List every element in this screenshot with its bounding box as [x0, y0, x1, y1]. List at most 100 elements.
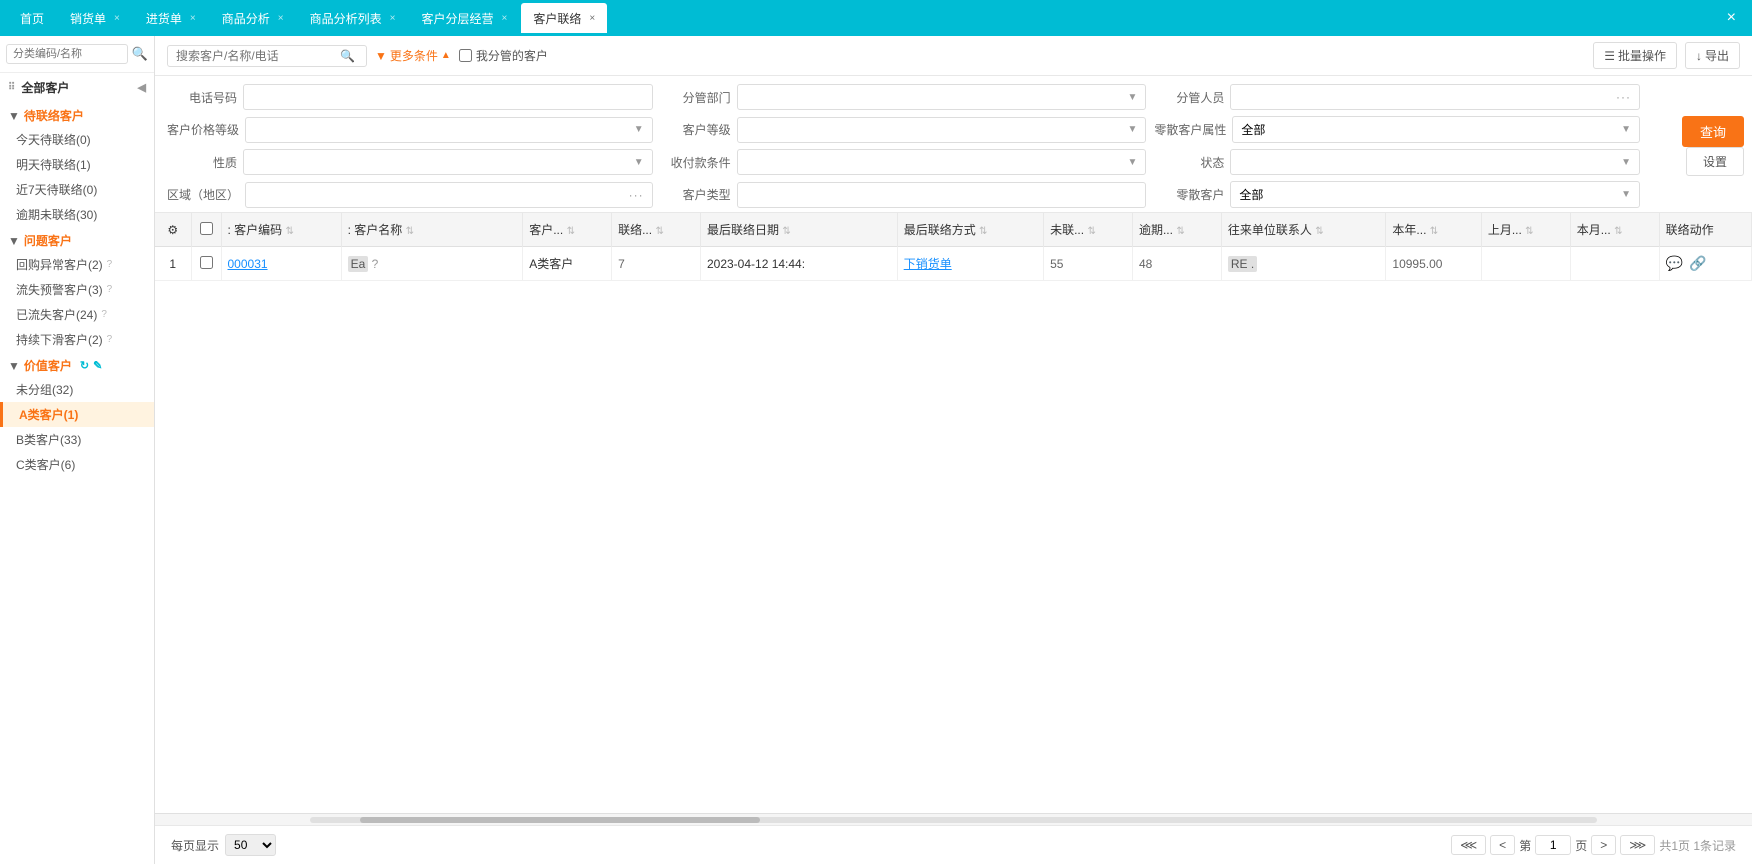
- field-phone-input[interactable]: [243, 84, 653, 110]
- sidebar-item-overdue[interactable]: 逾期未联络(30): [0, 202, 154, 227]
- field-region-input[interactable]: ···: [245, 182, 653, 208]
- sort-method-icon[interactable]: ⇅: [979, 226, 987, 237]
- sort-contact-icon[interactable]: ⇅: [655, 226, 663, 237]
- sort-date-icon[interactable]: ⇅: [782, 226, 790, 237]
- settings-icon[interactable]: ⚙: [167, 223, 178, 237]
- sidebar-all-customers-header[interactable]: ⠿ 全部客户 ◀: [0, 73, 154, 102]
- nav-goods-analysis[interactable]: 商品分析 ×: [210, 3, 296, 33]
- nav-customer-contact-close[interactable]: ×: [589, 13, 595, 24]
- sort-uncontacted-icon[interactable]: ⇅: [1087, 226, 1095, 237]
- filter-fields: 电话号码 分管部门 ▼ 分管人员 ···: [155, 84, 1652, 208]
- nav-goods-analysis-close[interactable]: ×: [278, 13, 284, 24]
- filter-row-2: 客户价格等级 ▼ 客户等级 ▼ 零散客户属性: [167, 116, 1640, 143]
- field-payment-select[interactable]: ▼: [737, 149, 1147, 175]
- more-filters-btn[interactable]: ▼ 更多条件 ▲: [375, 47, 451, 64]
- sort-person-icon[interactable]: ⇅: [1315, 226, 1323, 237]
- filter-row-1: 电话号码 分管部门 ▼ 分管人员 ···: [167, 84, 1640, 110]
- sidebar-collapse-icon[interactable]: ◀: [138, 81, 146, 94]
- help-icon-0[interactable]: ?: [107, 259, 113, 270]
- nav-goods-list-close[interactable]: ×: [390, 13, 396, 24]
- nav-home[interactable]: 首页: [8, 3, 56, 33]
- field-payment: 收付款条件 ▼: [661, 149, 1147, 175]
- nav-customer-tier-close[interactable]: ×: [501, 13, 507, 24]
- sidebar-search-input[interactable]: [6, 44, 128, 64]
- field-status-label: 状态: [1154, 154, 1224, 171]
- sidebar-search-icon[interactable]: 🔍: [132, 46, 148, 62]
- export-btn[interactable]: ↓ 导出: [1685, 42, 1740, 69]
- field-dept-select[interactable]: ▼: [737, 84, 1147, 110]
- field-status: 状态 ▼: [1154, 149, 1640, 175]
- top-nav: 首页 销货单 × 进货单 × 商品分析 × 商品分析列表 × 客户分层经营 × …: [0, 0, 1752, 36]
- sidebar-item-repurchase-abnormal[interactable]: 回购异常客户(2) ?: [0, 252, 154, 277]
- field-customer-type-input[interactable]: [737, 182, 1147, 208]
- field-scatter-attr-select[interactable]: 全部 ▼: [1232, 116, 1640, 143]
- link-icon[interactable]: 🔗: [1689, 255, 1706, 272]
- scrollbar-thumb[interactable]: [360, 817, 760, 823]
- row-index: 1: [155, 247, 191, 281]
- col-code: : 客户编码 ⇅: [221, 213, 341, 247]
- row-code[interactable]: 000031: [221, 247, 341, 281]
- sidebar-item-7days[interactable]: 近7天待联络(0): [0, 177, 154, 202]
- price-level-caret-icon: ▼: [634, 124, 644, 135]
- sidebar-item-class-a[interactable]: A类客户(1): [0, 402, 154, 427]
- refresh-icon[interactable]: ↻: [80, 359, 89, 372]
- query-btn[interactable]: 查询: [1682, 116, 1744, 147]
- first-page-btn[interactable]: ⋘: [1451, 835, 1486, 855]
- nav-purchase[interactable]: 进货单 ×: [134, 3, 208, 33]
- field-price-level-label: 客户价格等级: [167, 121, 239, 138]
- sort-code-icon[interactable]: ⇅: [286, 226, 294, 237]
- horizontal-scrollbar[interactable]: [155, 813, 1752, 825]
- page-number-input[interactable]: [1535, 835, 1571, 855]
- field-status-select[interactable]: ▼: [1230, 149, 1640, 175]
- nav-goods-analysis-list[interactable]: 商品分析列表 ×: [298, 3, 408, 33]
- nav-purchase-close[interactable]: ×: [190, 13, 196, 24]
- sidebar-item-class-c[interactable]: C类客户(6): [0, 452, 154, 477]
- sidebar-item-churn-warning[interactable]: 流失预警客户(3) ?: [0, 277, 154, 302]
- nav-sales[interactable]: 销货单 ×: [58, 3, 132, 33]
- field-manager-input[interactable]: ···: [1230, 84, 1640, 110]
- page-size-select[interactable]: 10 20 50 100: [225, 834, 276, 856]
- filter-row-4: 区域（地区） ··· 客户类型 零散客户: [167, 181, 1640, 208]
- field-nature-select[interactable]: ▼: [243, 149, 653, 175]
- sidebar-item-class-b[interactable]: B类客户(33): [0, 427, 154, 452]
- field-scatter-customer-select[interactable]: 全部 ▼: [1230, 181, 1640, 208]
- payment-caret-icon: ▼: [1127, 157, 1137, 168]
- sort-tmonth-icon[interactable]: ⇅: [1614, 226, 1622, 237]
- sort-name-icon[interactable]: ⇅: [406, 226, 414, 237]
- help-icon-3[interactable]: ?: [107, 334, 113, 345]
- nav-customer-tier[interactable]: 客户分层经营 ×: [409, 3, 519, 33]
- settings-btn[interactable]: 设置: [1686, 147, 1744, 176]
- search-icon[interactable]: 🔍: [340, 49, 355, 63]
- my-customers-checkbox[interactable]: [459, 49, 472, 62]
- sort-year-icon[interactable]: ⇅: [1430, 226, 1438, 237]
- search-input[interactable]: [176, 49, 336, 63]
- sidebar-item-tomorrow[interactable]: 明天待联络(1): [0, 152, 154, 177]
- col-settings[interactable]: ⚙: [155, 213, 191, 247]
- sidebar-item-ungrouped[interactable]: 未分组(32): [0, 377, 154, 402]
- sidebar-item-declining[interactable]: 持续下滑客户(2) ?: [0, 327, 154, 352]
- field-price-level-select[interactable]: ▼: [245, 117, 653, 143]
- sort-lmonth-icon[interactable]: ⇅: [1525, 226, 1533, 237]
- help-icon-2[interactable]: ?: [101, 309, 107, 320]
- chat-icon[interactable]: 💬: [1666, 255, 1683, 272]
- row-select-checkbox[interactable]: [200, 256, 213, 269]
- batch-icon: ☰: [1604, 49, 1615, 63]
- sort-overdue-icon[interactable]: ⇅: [1176, 226, 1184, 237]
- row-last-method[interactable]: 下销货单: [897, 247, 1043, 281]
- sidebar-item-today[interactable]: 今天待联络(0): [0, 127, 154, 152]
- sidebar-item-churned[interactable]: 已流失客户(24) ?: [0, 302, 154, 327]
- nav-customer-contact[interactable]: 客户联络 ×: [521, 3, 607, 33]
- next-page-btn[interactable]: >: [1591, 835, 1616, 855]
- edit-icon[interactable]: ✎: [93, 359, 102, 372]
- batch-operations-btn[interactable]: ☰ 批量操作: [1593, 42, 1677, 69]
- sort-type-icon[interactable]: ⇅: [567, 226, 575, 237]
- nav-sales-close[interactable]: ×: [114, 13, 120, 24]
- last-page-btn[interactable]: ⋙: [1620, 835, 1655, 855]
- field-customer-level-select[interactable]: ▼: [737, 117, 1147, 143]
- help-icon-1[interactable]: ?: [107, 284, 113, 295]
- select-all-checkbox[interactable]: [200, 222, 213, 235]
- page-size-selector: 每页显示 10 20 50 100: [171, 834, 276, 856]
- field-nature: 性质 ▼: [167, 149, 653, 175]
- prev-page-btn[interactable]: <: [1490, 835, 1515, 855]
- close-all-btn[interactable]: ×: [1719, 9, 1744, 27]
